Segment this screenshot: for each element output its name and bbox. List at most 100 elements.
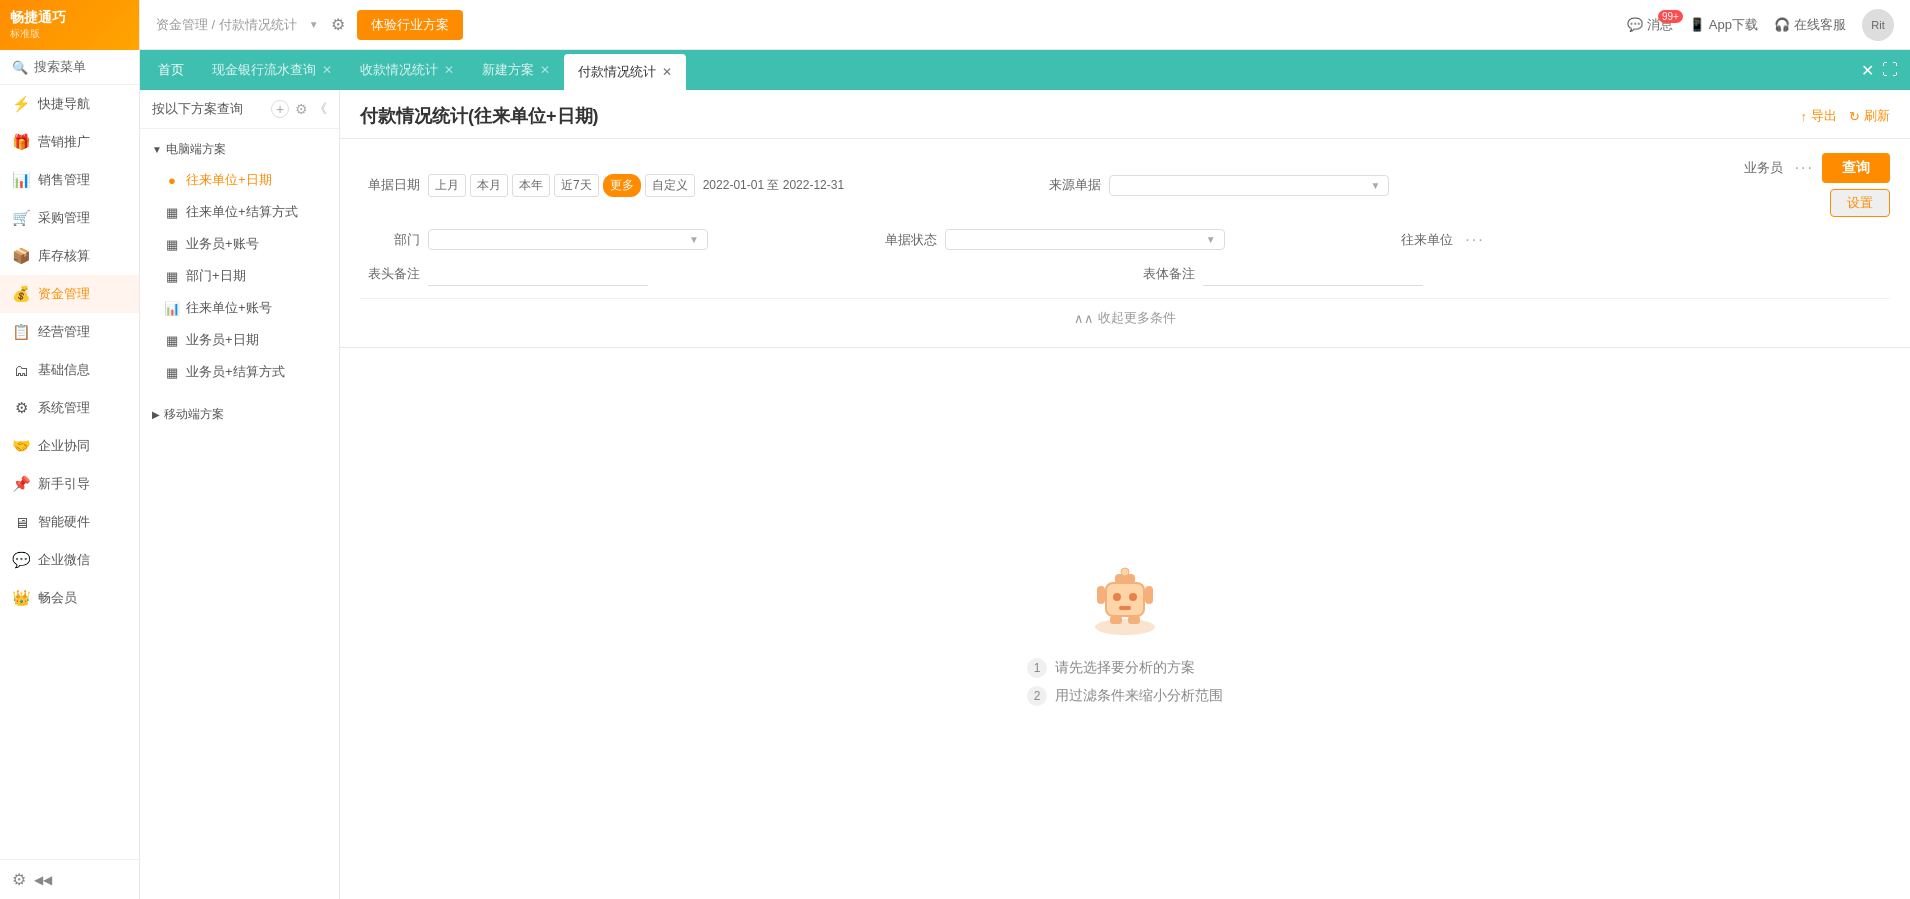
svg-point-4: [1129, 593, 1137, 601]
date-btn-more[interactable]: 更多: [603, 174, 641, 197]
tabbar: 首页现金银行流水查询✕收款情况统计✕新建方案✕付款情况统计✕ ✕ ⛶: [140, 50, 1910, 90]
date-btn-7days[interactable]: 近7天: [554, 174, 599, 197]
scheme-item-unit-date[interactable]: ●往来单位+日期: [140, 164, 339, 196]
scheme-item-staff-payment[interactable]: ▦业务员+结算方式: [140, 356, 339, 388]
sidebar-item-marketing[interactable]: 🎁 营销推广: [0, 123, 139, 161]
export-label: 导出: [1811, 107, 1837, 125]
sidebar-item-sales[interactable]: 📊销售管理: [0, 161, 139, 199]
tab-close-payment-stats[interactable]: ✕: [662, 65, 672, 79]
scheme-icon-staff-date: ▦: [164, 332, 180, 348]
right-content: 付款情况统计(往来单位+日期) ↑ 导出 ↻ 刷新: [340, 90, 1910, 899]
export-button[interactable]: ↑ 导出: [1801, 107, 1838, 125]
message-badge: 99+: [1658, 10, 1683, 23]
table-header-note-input[interactable]: [428, 262, 648, 286]
sidebar-item-quick-nav[interactable]: ⚡快捷导航: [0, 85, 139, 123]
scheme-item-staff-account[interactable]: ▦业务员+账号: [140, 228, 339, 260]
trial-button[interactable]: 体验行业方案: [357, 10, 463, 40]
tab-label-home: 首页: [158, 61, 184, 79]
scheme-item-unit-payment[interactable]: ▦往来单位+结算方式: [140, 196, 339, 228]
sidebar-logo-sub: 标准版: [10, 27, 66, 41]
scheme-icon-unit-payment: ▦: [164, 204, 180, 220]
message-button[interactable]: 💬 消息 99+: [1627, 16, 1673, 34]
dept-filter-group: 部门 ▼: [360, 229, 857, 250]
sidebar-icon-finance: 💰: [12, 285, 30, 303]
tip-text-1: 请先选择要分析的方案: [1055, 659, 1195, 677]
online-service-label: 在线客服: [1794, 16, 1846, 34]
date-btn-custom[interactable]: 自定义: [645, 174, 695, 197]
sidebar-item-purchase[interactable]: 🛒采购管理: [0, 199, 139, 237]
sidebar-label-marketing: 营销推广: [38, 133, 90, 151]
maximize-icon[interactable]: ⛶: [1882, 61, 1898, 79]
scheme-group-label-desktop: 电脑端方案: [166, 141, 226, 158]
tab-close-receipt-stats[interactable]: ✕: [444, 63, 454, 77]
scheme-group-title-desktop[interactable]: ▼ 电脑端方案: [140, 135, 339, 164]
topbar-settings-icon[interactable]: ⚙: [331, 15, 345, 34]
scheme-item-unit-account[interactable]: 📊往来单位+账号: [140, 292, 339, 324]
collapse-sidebar-icon[interactable]: ◀◀: [34, 873, 52, 887]
app-download-button[interactable]: 📱 App下载: [1689, 16, 1758, 34]
collapse-button[interactable]: ∧∧ 收起更多条件: [360, 303, 1890, 333]
collapse-row: ∧∧ 收起更多条件: [360, 298, 1890, 333]
sidebar-item-guide[interactable]: 📌新手引导: [0, 465, 139, 503]
sidebar-label-inventory: 库存核算: [38, 247, 90, 265]
online-service-button[interactable]: 🎧 在线客服: [1774, 16, 1846, 34]
sidebar-item-operation[interactable]: 📋经营管理: [0, 313, 139, 351]
tab-close-bank-flow[interactable]: ✕: [322, 63, 332, 77]
refresh-button[interactable]: ↻ 刷新: [1849, 107, 1890, 125]
tab-label-receipt-stats: 收款情况统计: [360, 61, 438, 79]
sidebar-item-inventory[interactable]: 📦库存核算: [0, 237, 139, 275]
sidebar-item-member[interactable]: 👑畅会员: [0, 579, 139, 617]
scheme-item-dept-date[interactable]: ▦部门+日期: [140, 260, 339, 292]
sidebar-item-wechat[interactable]: 💬企业微信: [0, 541, 139, 579]
settings-button[interactable]: 设置: [1830, 189, 1890, 217]
tab-close-new-scheme[interactable]: ✕: [540, 63, 550, 77]
sidebar-item-basic[interactable]: 🗂基础信息: [0, 351, 139, 389]
sidebar-item-hardware[interactable]: 🖥智能硬件: [0, 503, 139, 541]
date-btn-this-year[interactable]: 本年: [512, 174, 550, 197]
tab-new-scheme[interactable]: 新建方案✕: [468, 50, 564, 90]
user-avatar[interactable]: Rit: [1862, 9, 1894, 41]
sidebar-label-finance: 资金管理: [38, 285, 90, 303]
topbar-dropdown-icon[interactable]: ▼: [309, 19, 319, 30]
tab-bank-flow[interactable]: 现金银行流水查询✕: [198, 50, 346, 90]
add-scheme-icon[interactable]: +: [271, 100, 289, 118]
scheme-settings-icon[interactable]: ⚙: [295, 101, 308, 117]
table-body-note-input[interactable]: [1203, 262, 1423, 286]
table-body-note-group: 表体备注: [1135, 262, 1890, 286]
close-all-icon[interactable]: ✕: [1861, 61, 1874, 80]
source-label: 来源单据: [1041, 176, 1101, 194]
sidebar-item-finance[interactable]: 💰 资金管理: [0, 275, 139, 313]
query-button[interactable]: 查询: [1822, 153, 1890, 183]
salesperson-dots[interactable]: ···: [1795, 159, 1814, 177]
doc-status-select[interactable]: ▼: [945, 229, 1225, 250]
source-filter-group: 来源单据 ▼: [1041, 175, 1702, 196]
scheme-label-staff-account: 业务员+账号: [186, 235, 259, 253]
date-btn-this-month[interactable]: 本月: [470, 174, 508, 197]
empty-robot-image: [1075, 542, 1175, 642]
scheme-group-desktop: ▼电脑端方案●往来单位+日期▦往来单位+结算方式▦业务员+账号▦部门+日期📊往来…: [140, 129, 339, 394]
scheme-group-title-mobile[interactable]: ▶移动端方案: [140, 400, 339, 429]
tab-home[interactable]: 首页: [144, 50, 198, 90]
sidebar-label-basic: 基础信息: [38, 361, 90, 379]
settings-icon[interactable]: ⚙: [12, 870, 26, 889]
sidebar-icon-wechat: 💬: [12, 551, 30, 569]
filter-area: 单据日期 上月 本月 本年 近7天 更多 自定义 2022-01-01 至 20…: [340, 139, 1910, 348]
scheme-icon-unit-date: ●: [164, 172, 180, 188]
app-download-label: App下载: [1709, 16, 1758, 34]
table-header-note-label: 表头备注: [360, 265, 420, 283]
message-icon: 💬: [1627, 17, 1643, 32]
sidebar-item-system[interactable]: ⚙系统管理: [0, 389, 139, 427]
tab-receipt-stats[interactable]: 收款情况统计 ✕: [346, 50, 468, 90]
sidebar-search[interactable]: 🔍 搜索菜单: [0, 50, 139, 85]
tab-payment-stats[interactable]: 付款情况统计✕: [564, 54, 686, 90]
partner-dots[interactable]: ···: [1465, 231, 1484, 249]
panel-collapse-icon[interactable]: 《: [314, 100, 327, 118]
scheme-item-staff-date[interactable]: ▦业务员+日期: [140, 324, 339, 356]
source-select[interactable]: ▼: [1109, 175, 1389, 196]
scheme-group-arrow-desktop: ▼: [152, 144, 162, 155]
dept-select[interactable]: ▼: [428, 229, 708, 250]
sidebar-item-enterprise[interactable]: 🤝企业协同: [0, 427, 139, 465]
topbar-breadcrumb: 资金管理 / 付款情况统计: [156, 16, 297, 34]
date-btn-last-month[interactable]: 上月: [428, 174, 466, 197]
sidebar-icon-marketing: 🎁: [12, 133, 30, 151]
